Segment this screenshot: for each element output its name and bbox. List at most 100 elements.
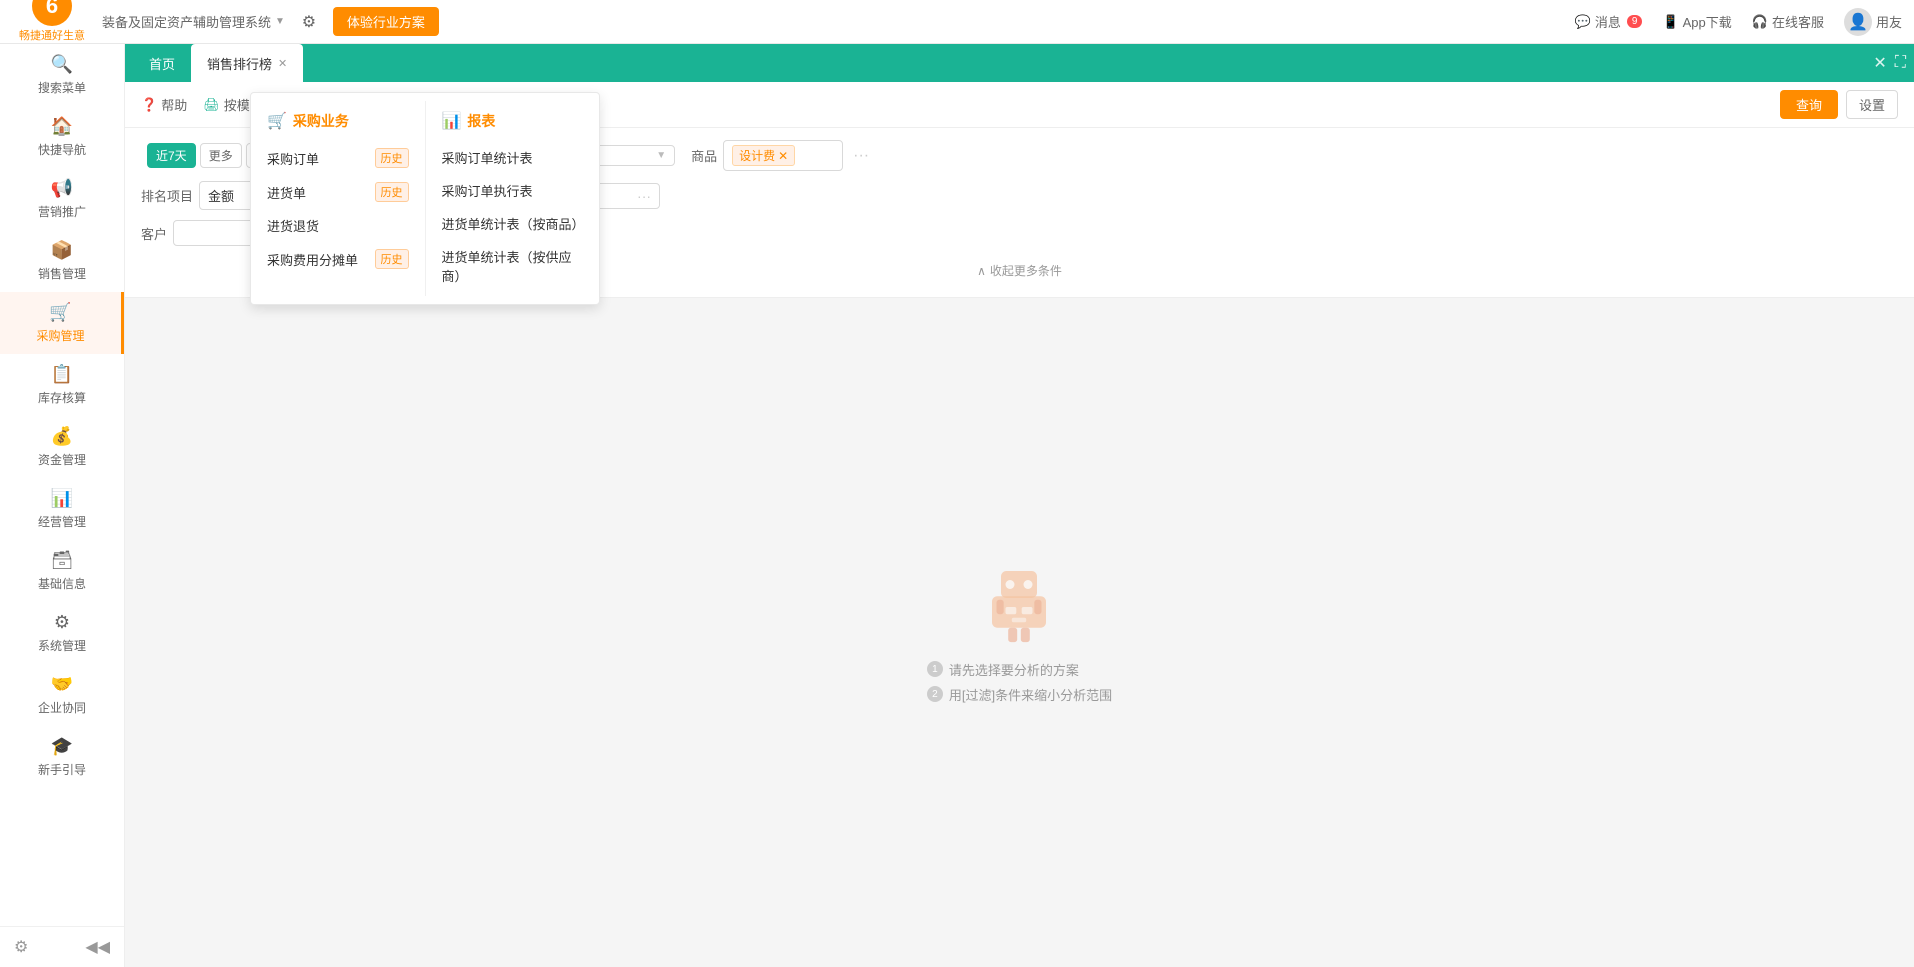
- purchase-icon: 🛒: [49, 302, 71, 323]
- query-btn[interactable]: 查询: [1780, 90, 1838, 119]
- sidebar-item-finance[interactable]: 💰 资金管理: [0, 416, 124, 478]
- sidebar-menu: 🔍 搜索菜单 🏠 快捷导航 📢 营销推广 📦 销售管理 🛒 采购管: [0, 44, 124, 926]
- dropdown-item-inbound-by-supplier[interactable]: 进货单统计表（按供应商）: [426, 240, 600, 292]
- goods-tag-close[interactable]: ✕: [778, 149, 788, 163]
- goods-more-icon[interactable]: ···: [853, 147, 869, 165]
- headset-icon: 🎧: [1752, 14, 1768, 30]
- tab-bar-right: ✕ ⛶: [1873, 53, 1906, 73]
- settings-icon-btn[interactable]: ⚙: [295, 8, 323, 36]
- sales-icon: 📦: [51, 240, 73, 261]
- help-label: 帮助: [161, 95, 187, 114]
- settings-btn[interactable]: 设置: [1846, 90, 1898, 119]
- sidebar: 🔍 搜索菜单 🏠 快捷导航 📢 营销推广 📦 销售管理 🛒 采购管: [0, 44, 125, 967]
- rank-value: 金额: [208, 186, 234, 205]
- user-btn[interactable]: 👤 用友: [1844, 8, 1902, 36]
- tab-home[interactable]: 首页: [133, 44, 191, 82]
- sidebar-item-operation[interactable]: 📊 经营管理: [0, 478, 124, 540]
- tab-bar: 首页 销售排行榜 ✕ ✕ ⛶: [125, 44, 1914, 82]
- sidebar-footer: ⚙ ◀◀: [0, 926, 124, 967]
- sidebar-item-newguide[interactable]: 🎓 新手引导: [0, 726, 124, 788]
- sidebar-settings-btn[interactable]: ⚙: [14, 937, 28, 957]
- goods-label: 商品: [691, 146, 717, 165]
- app-logo-text: 畅捷通好生意: [19, 29, 85, 43]
- dropdown-report-section: 📊 报表 采购订单统计表 采购订单执行表 进货单统计表（按商品） 进货单统计表（…: [426, 93, 600, 304]
- dropdown-report-title: 📊 报表: [426, 105, 600, 141]
- app-download-label: App下载: [1683, 12, 1732, 31]
- top-bar-right: 💬 消息 9 📱 App下载 🎧 在线客服 👤 用友: [1575, 8, 1902, 36]
- dropdown-item-inbound-by-goods[interactable]: 进货单统计表（按商品）: [426, 207, 600, 240]
- quicknav-icon: 🏠: [51, 116, 73, 137]
- sidebar-item-quicknav[interactable]: 🏠 快捷导航: [0, 106, 124, 168]
- tab-home-label: 首页: [149, 54, 175, 73]
- content-area: 首页 销售排行榜 ✕ ✕ ⛶ ❓ 帮助 🖨 按模板: [125, 44, 1914, 967]
- dropdown-item-cost-split[interactable]: 采购费用分摊单 历史: [251, 242, 425, 276]
- message-icon: 💬: [1575, 14, 1591, 30]
- app-container: 6 畅捷通好生意 标准版 装备及固定资产辅助管理系统 ▼ ⚙ 体验行业方案 💬 …: [0, 0, 1914, 967]
- search-icon: 🔍: [51, 54, 73, 75]
- app-logo-icon: 6: [32, 0, 72, 26]
- app-download-btn[interactable]: 📱 App下载: [1662, 12, 1731, 31]
- main-content: 1 请先选择要分析的方案 2 用[过滤]条件来缩小分析范围: [125, 298, 1914, 967]
- tab-close-icon[interactable]: ✕: [278, 57, 287, 70]
- tab-sales-rank[interactable]: 销售排行榜 ✕: [191, 44, 303, 82]
- goods-tag: 设计费 ✕: [732, 145, 795, 166]
- empty-hint2: 用[过滤]条件来缩小分析范围: [949, 685, 1112, 704]
- salesman-dots: ···: [637, 188, 651, 204]
- sidebar-collapse-btn[interactable]: ◀◀: [85, 937, 110, 957]
- basicinfo-icon: 🗃: [51, 550, 74, 571]
- top-bar: 6 畅捷通好生意 标准版 装备及固定资产辅助管理系统 ▼ ⚙ 体验行业方案 💬 …: [0, 0, 1914, 44]
- help-btn[interactable]: ❓ 帮助: [141, 95, 187, 114]
- system-icon: ⚙: [54, 612, 70, 633]
- system-title-dropdown[interactable]: 装备及固定资产辅助管理系统 ▼: [102, 12, 285, 31]
- enterprise-icon: 🤝: [51, 674, 73, 695]
- toolbar-right: 查询 设置: [1780, 90, 1898, 119]
- inventory-icon: 📋: [51, 364, 73, 385]
- print-icon: 🖨: [203, 97, 220, 113]
- voucher-status-arrow: ▼: [656, 150, 666, 161]
- tab-minimize-icon[interactable]: ✕: [1873, 53, 1886, 73]
- purchase-dropdown-menu: 🛒 采购业务 采购订单 历史 进货单 历史 进货退货: [250, 92, 600, 305]
- date-7d-btn[interactable]: 近7天: [147, 143, 196, 168]
- sidebar-item-sales[interactable]: 📦 销售管理: [0, 230, 124, 292]
- dropdown-purchase-title: 🛒 采购业务: [251, 105, 425, 141]
- system-title: 装备及固定资产辅助管理系统: [102, 12, 271, 31]
- date-more-btn[interactable]: 更多: [200, 143, 242, 168]
- report-section-icon: 📊: [442, 111, 462, 131]
- sidebar-item-search[interactable]: 🔍 搜索菜单: [0, 44, 124, 106]
- main-area: 🔍 搜索菜单 🏠 快捷导航 📢 营销推广 📦 销售管理 🛒 采购管: [0, 44, 1914, 967]
- hint1-icon: 1: [927, 661, 943, 677]
- sidebar-item-inventory[interactable]: 📋 库存核算: [0, 354, 124, 416]
- marketing-icon: 📢: [51, 178, 73, 199]
- hint2-icon: 2: [927, 686, 943, 702]
- sidebar-item-basicinfo[interactable]: 🗃 基础信息: [0, 540, 124, 602]
- message-label: 消息: [1595, 12, 1621, 31]
- phone-icon: 📱: [1662, 14, 1678, 30]
- message-btn[interactable]: 💬 消息 9: [1575, 12, 1643, 31]
- user-avatar: 👤: [1844, 8, 1872, 36]
- user-label: 用友: [1876, 12, 1902, 31]
- operation-icon: 📊: [51, 488, 73, 509]
- tab-sales-rank-label: 销售排行榜: [207, 54, 272, 73]
- sidebar-item-enterprise[interactable]: 🤝 企业协同: [0, 664, 124, 726]
- collapse-arrow-icon: ∧: [977, 264, 986, 278]
- sidebar-item-marketing[interactable]: 📢 营销推广: [0, 168, 124, 230]
- sidebar-item-system[interactable]: ⚙ 系统管理: [0, 602, 124, 664]
- dropdown-purchase-section: 🛒 采购业务 采购订单 历史 进货单 历史 进货退货: [251, 93, 425, 304]
- message-badge: 9: [1627, 15, 1643, 28]
- industry-btn[interactable]: 体验行业方案: [333, 7, 439, 36]
- online-service-btn[interactable]: 🎧 在线客服: [1752, 12, 1824, 31]
- newguide-icon: 🎓: [51, 736, 73, 757]
- dropdown-item-return[interactable]: 进货退货: [251, 209, 425, 242]
- dropdown-arrow-icon: ▼: [275, 16, 285, 27]
- empty-state: 1 请先选择要分析的方案 2 用[过滤]条件来缩小分析范围: [927, 562, 1112, 704]
- customer-label: 客户: [141, 224, 167, 243]
- dropdown-item-order-stat[interactable]: 采购订单统计表: [426, 141, 600, 174]
- dropdown-item-purchase-order[interactable]: 采购订单 历史: [251, 141, 425, 175]
- tab-maximize-icon[interactable]: ⛶: [1895, 54, 1906, 72]
- collapse-label: 收起更多条件: [990, 262, 1062, 279]
- goods-select[interactable]: 设计费 ✕: [723, 140, 843, 171]
- dropdown-item-inbound[interactable]: 进货单 历史: [251, 175, 425, 209]
- sidebar-item-purchase[interactable]: 🛒 采购管理: [0, 292, 124, 354]
- online-service-label: 在线客服: [1772, 12, 1824, 31]
- dropdown-item-order-exec[interactable]: 采购订单执行表: [426, 174, 600, 207]
